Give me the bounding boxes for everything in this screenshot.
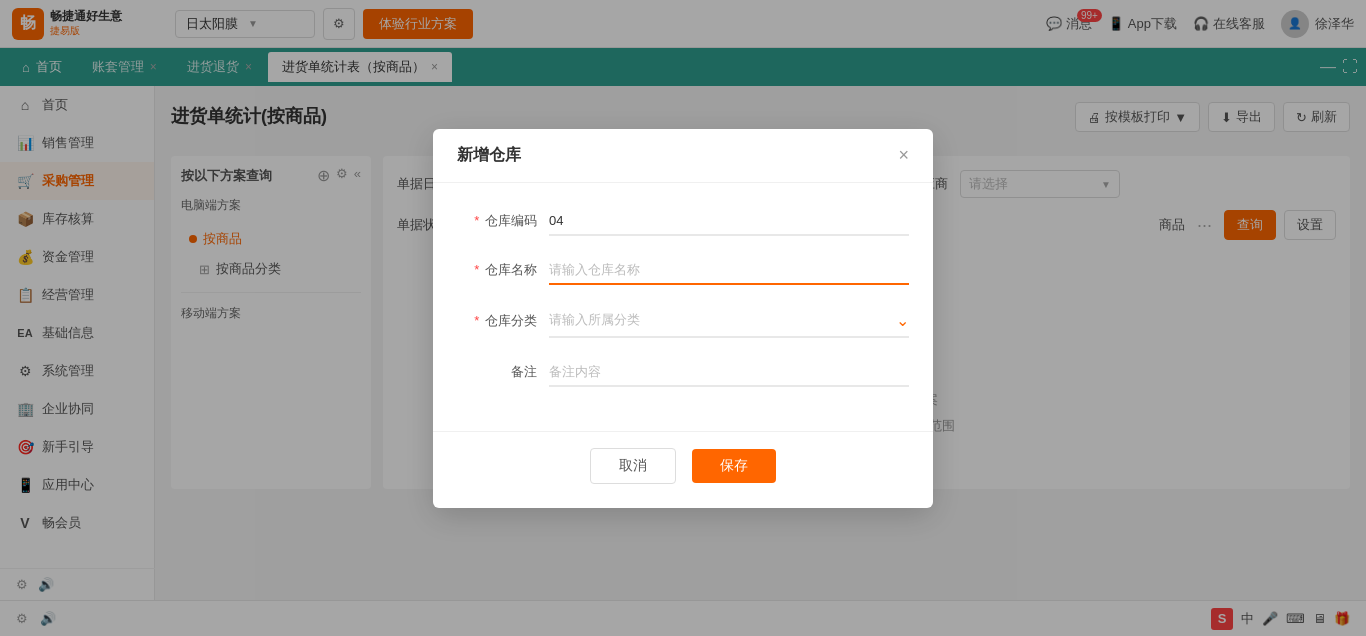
form-row-name: * 仓库名称 [457, 256, 909, 285]
modal-header: 新增仓库 × [433, 129, 933, 183]
remark-label: 备注 [457, 363, 537, 381]
warehouse-code-input[interactable] [549, 207, 909, 236]
form-row-category: * 仓库分类 请输入所属分类 ⌄ [457, 305, 909, 338]
modal-close-button[interactable]: × [898, 145, 909, 166]
warehouse-remark-input[interactable] [549, 358, 909, 387]
required-star-category: * [474, 313, 479, 328]
form-row-remark: 备注 [457, 358, 909, 387]
category-label: * 仓库分类 [457, 312, 537, 330]
save-button[interactable]: 保存 [692, 449, 776, 483]
code-label: * 仓库编码 [457, 212, 537, 230]
required-star-code: * [474, 213, 479, 228]
modal-title: 新增仓库 [457, 145, 521, 166]
modal-overlay: 新增仓库 × * 仓库编码 * 仓库名称 [0, 0, 1366, 636]
required-star-name: * [474, 262, 479, 277]
name-label: * 仓库名称 [457, 261, 537, 279]
modal-body: * 仓库编码 * 仓库名称 * 仓库分类 请输入所属 [433, 183, 933, 431]
warehouse-category-select[interactable]: 请输入所属分类 ⌄ [549, 305, 909, 338]
add-warehouse-modal: 新增仓库 × * 仓库编码 * 仓库名称 [433, 129, 933, 508]
category-arrow-icon: ⌄ [896, 311, 909, 330]
cancel-button[interactable]: 取消 [590, 448, 676, 484]
form-row-code: * 仓库编码 [457, 207, 909, 236]
modal-footer: 取消 保存 [433, 432, 933, 508]
warehouse-name-input[interactable] [549, 256, 909, 285]
